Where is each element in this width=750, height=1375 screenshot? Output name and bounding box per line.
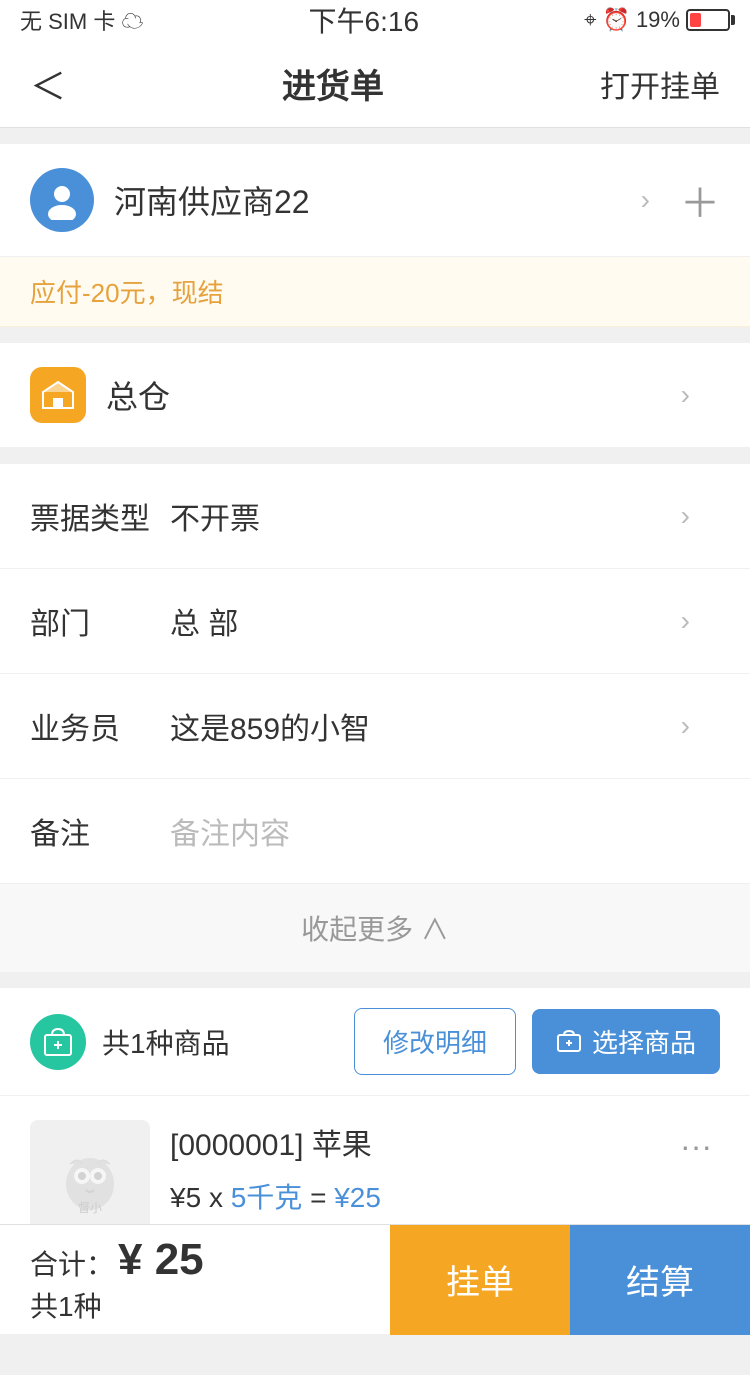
supplier-row[interactable]: 河南供应商22 › ＋ [0, 144, 750, 257]
divider-2 [0, 327, 750, 343]
status-right: ⌖ ⏰ 19% [584, 7, 730, 33]
svg-text:督小: 督小 [78, 1200, 102, 1215]
add-button[interactable]: ＋ [680, 171, 720, 229]
divider-1 [0, 128, 750, 144]
back-button[interactable]: ＜ [30, 58, 66, 110]
alarm-icon: ⏰ [603, 7, 630, 33]
invoice-label: 票据类型 [30, 494, 170, 538]
department-label: 部门 [30, 599, 170, 643]
collapse-bar[interactable]: 收起更多 ∧ [0, 884, 750, 972]
product-section-icon [30, 1014, 86, 1070]
warehouse-section: 总仓 › [0, 343, 750, 448]
product-name: [0000001] 苹果 [170, 1120, 672, 1164]
footer-total-row: 合计： ¥ 25 [30, 1235, 360, 1285]
select-product-icon [556, 1029, 582, 1055]
supplier-name: 河南供应商22 [114, 177, 641, 223]
product-code: [0000001] [170, 1129, 303, 1162]
sim-label: 无 SIM 卡 ☁ [20, 4, 143, 36]
battery-icon [686, 9, 730, 31]
product-header: 共1种商品 修改明细 选择商品 [0, 988, 750, 1096]
status-bar: 无 SIM 卡 ☁ 下午6:16 ⌖ ⏰ 19% [0, 0, 750, 40]
department-value: 总 部 [170, 599, 681, 643]
supplier-chevron-icon: › [641, 184, 650, 216]
select-product-button[interactable]: 选择商品 [532, 1009, 720, 1074]
status-left: 无 SIM 卡 ☁ [20, 4, 143, 36]
footer: 合计： ¥ 25 共1种 挂单 结算 [0, 1224, 750, 1334]
warehouse-icon [30, 367, 86, 423]
price-separator: x [209, 1182, 231, 1213]
warehouse-row[interactable]: 总仓 › [0, 343, 750, 448]
product-title: 苹果 [312, 1129, 372, 1162]
salesperson-value: 这是859的小智 [170, 704, 681, 748]
hang-button[interactable]: 挂单 [390, 1225, 570, 1335]
modify-detail-button[interactable]: 修改明细 [354, 1008, 516, 1075]
collapse-label: 收起更多 ∧ [301, 908, 449, 948]
invoice-chevron-icon: › [681, 500, 690, 532]
salesperson-row[interactable]: 业务员 这是859的小智 › [0, 674, 750, 779]
page-title: 进货单 [282, 59, 384, 108]
supplier-avatar [30, 168, 94, 232]
divider-3 [0, 448, 750, 464]
product-quantity: 5千克 [231, 1182, 303, 1213]
warehouse-name: 总仓 [106, 372, 681, 418]
supplier-section: 河南供应商22 › ＋ 应付-20元，现结 [0, 144, 750, 327]
divider-4 [0, 972, 750, 988]
product-more-button[interactable]: ··· [672, 1120, 720, 1173]
invoice-value: 不开票 [170, 494, 681, 538]
equals-sign: = [310, 1182, 334, 1213]
location-icon: ⌖ [584, 7, 596, 33]
notice-text: 应付-20元，现结 [30, 278, 224, 308]
department-chevron-icon: › [681, 605, 690, 637]
product-count: 共1种商品 [102, 1022, 338, 1062]
product-thumbnail: 督小 [30, 1120, 150, 1240]
footer-count: 共1种 [30, 1285, 360, 1325]
footer-total: 合计： ¥ 25 共1种 [0, 1235, 390, 1325]
status-time: 下午6:16 [309, 0, 420, 40]
open-pending-button[interactable]: 打开挂单 [600, 62, 720, 106]
product-price-row: ¥5 x 5千克 = ¥25 [170, 1176, 672, 1216]
battery-percent: 19% [636, 7, 680, 33]
product-thumb-icon: 督小 [50, 1140, 130, 1220]
total-label: 合计： [30, 1243, 114, 1283]
nav-bar: ＜ 进货单 打开挂单 [0, 40, 750, 128]
select-product-label: 选择商品 [592, 1023, 696, 1060]
notice-bar: 应付-20元，现结 [0, 257, 750, 327]
warehouse-chevron-icon: › [681, 379, 690, 411]
checkout-button[interactable]: 结算 [570, 1225, 750, 1335]
remark-row[interactable]: 备注 备注内容 [0, 779, 750, 884]
salesperson-label: 业务员 [30, 704, 170, 748]
invoice-row[interactable]: 票据类型 不开票 › [0, 464, 750, 569]
form-section: 票据类型 不开票 › 部门 总 部 › 业务员 这是859的小智 › 备注 备注… [0, 464, 750, 884]
product-unit-price: ¥5 [170, 1182, 201, 1213]
salesperson-chevron-icon: › [681, 710, 690, 742]
product-info: [0000001] 苹果 ¥5 x 5千克 = ¥25 [170, 1120, 672, 1216]
remark-label: 备注 [30, 809, 170, 853]
product-subtotal: ¥25 [334, 1182, 381, 1213]
remark-placeholder: 备注内容 [170, 809, 720, 853]
total-amount: ¥ 25 [118, 1235, 204, 1285]
department-row[interactable]: 部门 总 部 › [0, 569, 750, 674]
